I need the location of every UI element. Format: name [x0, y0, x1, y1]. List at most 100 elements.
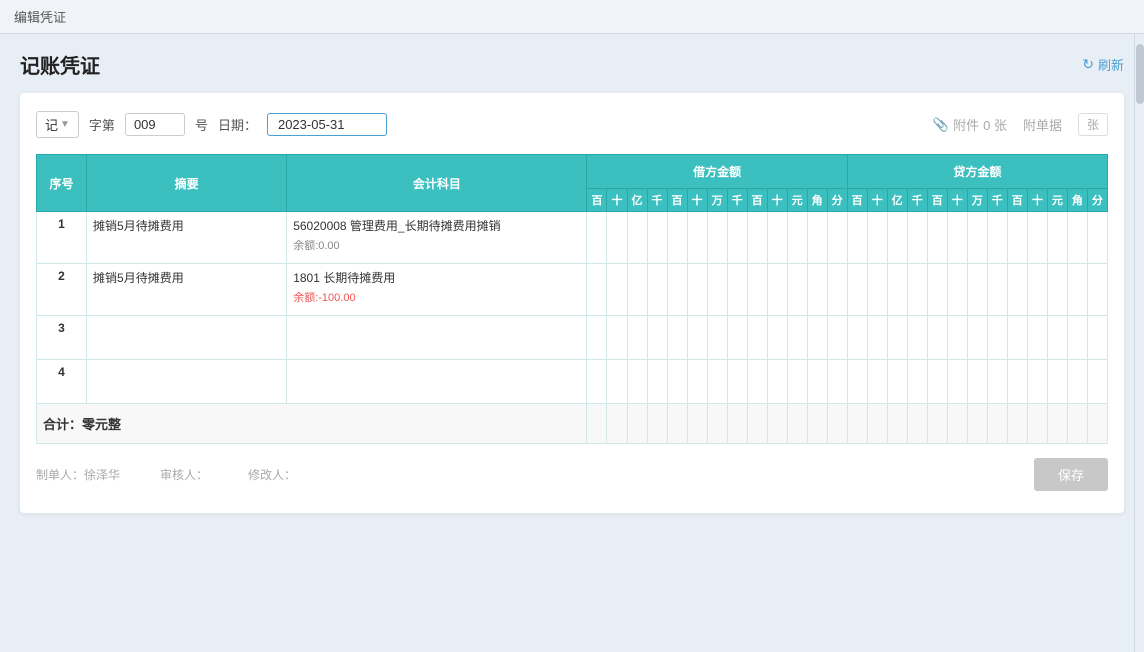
cell-debit-9[interactable]	[747, 212, 767, 264]
cell-debit-5[interactable]	[667, 360, 687, 404]
cell-debit-9[interactable]	[747, 316, 767, 360]
cell-debit-6[interactable]	[687, 360, 707, 404]
cell-credit-7[interactable]	[967, 212, 987, 264]
cell-debit-1[interactable]	[587, 360, 607, 404]
cell-credit-9[interactable]	[1007, 212, 1027, 264]
cell-debit-7[interactable]	[707, 316, 727, 360]
cell-debit-6[interactable]	[687, 264, 707, 316]
cell-credit-4[interactable]	[907, 264, 927, 316]
cell-seq[interactable]: 2	[37, 264, 87, 316]
cell-debit-12[interactable]	[807, 264, 827, 316]
cell-debit-2[interactable]	[607, 360, 627, 404]
cell-credit-4[interactable]	[907, 212, 927, 264]
cell-debit-9[interactable]	[747, 360, 767, 404]
save-button[interactable]: 保存	[1034, 458, 1108, 491]
cell-credit-1[interactable]	[847, 360, 867, 404]
cell-debit-10[interactable]	[767, 212, 787, 264]
cell-debit-3[interactable]	[627, 212, 647, 264]
cell-debit-12[interactable]	[807, 212, 827, 264]
cell-credit-3[interactable]	[887, 264, 907, 316]
cell-debit-10[interactable]	[767, 316, 787, 360]
cell-debit-12[interactable]	[807, 316, 827, 360]
cell-credit-8[interactable]	[987, 264, 1007, 316]
cell-debit-7[interactable]	[707, 360, 727, 404]
cell-debit-8[interactable]	[727, 316, 747, 360]
cell-credit-8[interactable]	[987, 316, 1007, 360]
cell-summary[interactable]: 摊销5月待摊费用	[87, 264, 287, 316]
cell-credit-5[interactable]	[927, 316, 947, 360]
cell-debit-4[interactable]	[647, 264, 667, 316]
cell-credit-2[interactable]	[867, 264, 887, 316]
cell-debit-3[interactable]	[627, 316, 647, 360]
cell-summary[interactable]: 摊销5月待摊费用	[87, 212, 287, 264]
cell-debit-11[interactable]	[787, 316, 807, 360]
cell-credit-13[interactable]	[1087, 316, 1107, 360]
cell-debit-13[interactable]	[827, 212, 847, 264]
cell-credit-3[interactable]	[887, 316, 907, 360]
scrollbar[interactable]	[1134, 34, 1144, 652]
cell-debit-5[interactable]	[667, 316, 687, 360]
scrollbar-thumb[interactable]	[1136, 44, 1144, 104]
cell-credit-8[interactable]	[987, 212, 1007, 264]
cell-credit-7[interactable]	[967, 360, 987, 404]
cell-debit-4[interactable]	[647, 360, 667, 404]
cell-credit-5[interactable]	[927, 212, 947, 264]
cell-credit-5[interactable]	[927, 264, 947, 316]
cell-debit-5[interactable]	[667, 264, 687, 316]
cell-credit-5[interactable]	[927, 360, 947, 404]
cell-debit-7[interactable]	[707, 264, 727, 316]
cell-debit-3[interactable]	[627, 264, 647, 316]
cell-debit-13[interactable]	[827, 360, 847, 404]
cell-credit-13[interactable]	[1087, 212, 1107, 264]
cell-credit-12[interactable]	[1067, 316, 1087, 360]
cell-credit-6[interactable]	[947, 360, 967, 404]
cell-credit-13[interactable]	[1087, 264, 1107, 316]
cell-account[interactable]	[287, 316, 587, 360]
cell-debit-2[interactable]	[607, 316, 627, 360]
cell-debit-1[interactable]	[587, 264, 607, 316]
refresh-button[interactable]: ↻ 刷新	[1082, 55, 1124, 74]
cell-credit-2[interactable]	[867, 316, 887, 360]
date-input[interactable]	[267, 113, 387, 136]
cell-credit-1[interactable]	[847, 212, 867, 264]
cell-credit-6[interactable]	[947, 212, 967, 264]
attach-num-input[interactable]: 张	[1078, 113, 1108, 136]
cell-debit-9[interactable]	[747, 264, 767, 316]
cell-credit-1[interactable]	[847, 316, 867, 360]
cell-credit-6[interactable]	[947, 316, 967, 360]
cell-credit-2[interactable]	[867, 360, 887, 404]
cell-debit-6[interactable]	[687, 212, 707, 264]
cell-credit-10[interactable]	[1027, 360, 1047, 404]
cell-credit-3[interactable]	[887, 212, 907, 264]
cell-credit-13[interactable]	[1087, 360, 1107, 404]
cell-credit-8[interactable]	[987, 360, 1007, 404]
voucher-type-button[interactable]: 记 ▼	[36, 111, 79, 138]
cell-account[interactable]	[287, 360, 587, 404]
cell-account[interactable]: 56020008 管理费用_长期待摊费用摊销余额:0.00	[287, 212, 587, 264]
cell-debit-7[interactable]	[707, 212, 727, 264]
cell-debit-13[interactable]	[827, 316, 847, 360]
cell-credit-1[interactable]	[847, 264, 867, 316]
cell-credit-2[interactable]	[867, 212, 887, 264]
cell-debit-5[interactable]	[667, 212, 687, 264]
cell-credit-6[interactable]	[947, 264, 967, 316]
cell-seq[interactable]: 4	[37, 360, 87, 404]
cell-credit-10[interactable]	[1027, 264, 1047, 316]
attach-doc-label[interactable]: 附单据	[1023, 115, 1062, 134]
cell-credit-12[interactable]	[1067, 212, 1087, 264]
cell-debit-2[interactable]	[607, 212, 627, 264]
cell-credit-11[interactable]	[1047, 212, 1067, 264]
cell-debit-3[interactable]	[627, 360, 647, 404]
cell-debit-10[interactable]	[767, 264, 787, 316]
cell-credit-10[interactable]	[1027, 212, 1047, 264]
cell-credit-4[interactable]	[907, 316, 927, 360]
voucher-number-input[interactable]	[125, 113, 185, 136]
cell-summary[interactable]	[87, 360, 287, 404]
cell-debit-4[interactable]	[647, 316, 667, 360]
cell-debit-10[interactable]	[767, 360, 787, 404]
cell-credit-10[interactable]	[1027, 316, 1047, 360]
cell-debit-8[interactable]	[727, 360, 747, 404]
cell-debit-4[interactable]	[647, 212, 667, 264]
cell-credit-9[interactable]	[1007, 360, 1027, 404]
cell-debit-6[interactable]	[687, 316, 707, 360]
